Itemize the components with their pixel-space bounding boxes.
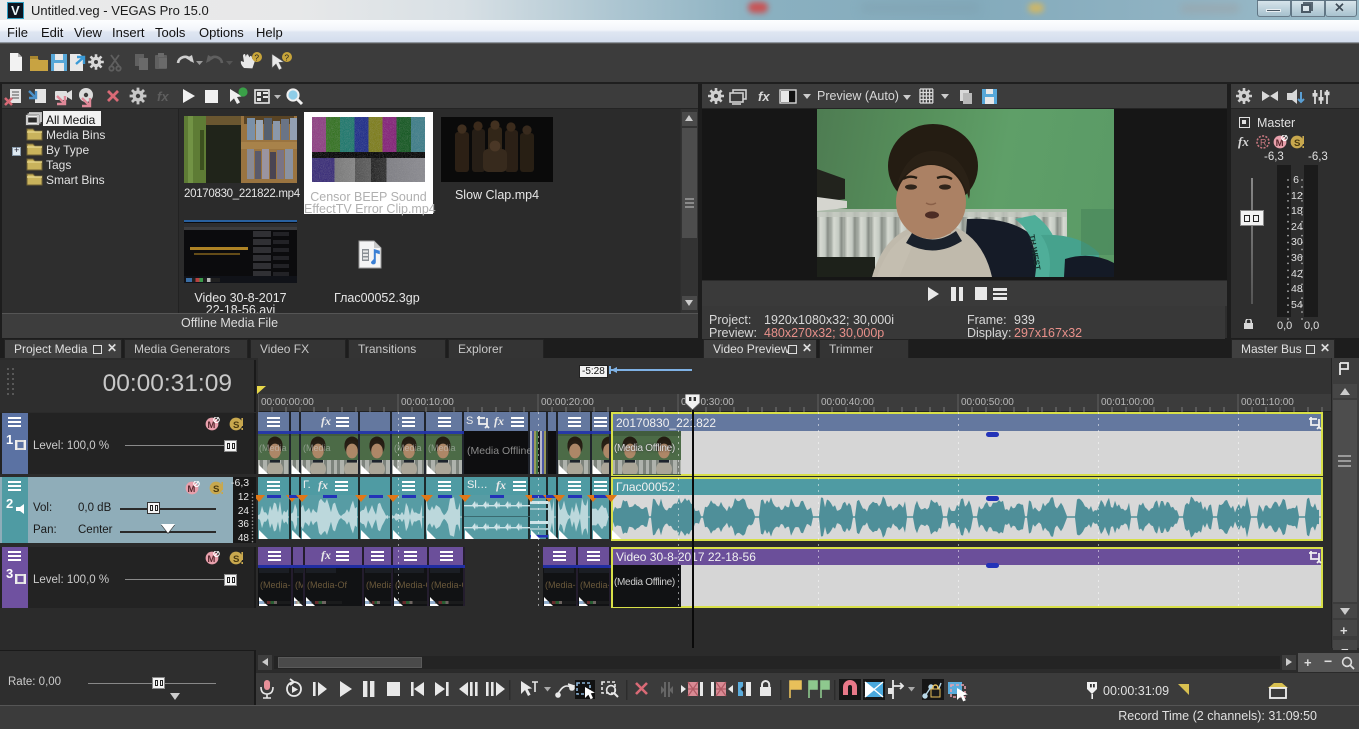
svg-text:?: ? <box>254 53 259 63</box>
svg-text:?: ? <box>284 53 289 63</box>
svg-text:S: S <box>233 420 240 431</box>
svg-text:S: S <box>213 484 220 495</box>
svg-text:S: S <box>1294 138 1301 149</box>
svg-text:fx: fx <box>758 89 770 104</box>
svg-text:R: R <box>1260 138 1267 148</box>
svg-text:fx: fx <box>157 89 169 104</box>
svg-text:S: S <box>233 554 240 565</box>
